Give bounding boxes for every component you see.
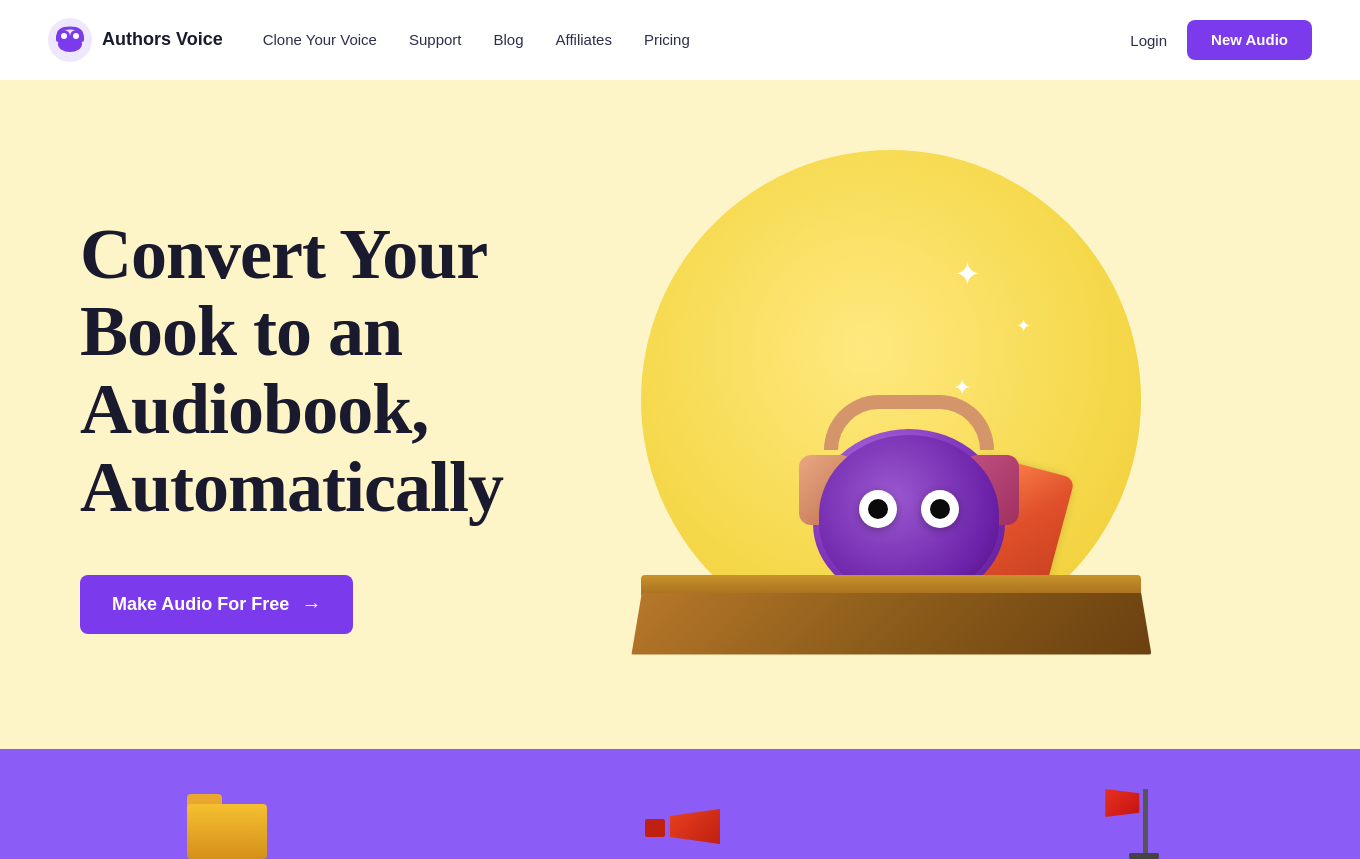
nav-link-affiliates[interactable]: Affiliates (556, 31, 612, 48)
platform-top (641, 575, 1141, 595)
monster-scene: ✦ ✦ ✦ (641, 175, 1141, 695)
bottom-item-folder (187, 794, 267, 859)
monster-eye-right (921, 490, 959, 528)
folder-icon (187, 794, 267, 859)
svg-point-5 (73, 33, 79, 39)
monster-body (819, 435, 999, 595)
megaphone-handle (645, 819, 665, 837)
bottom-item-megaphone (640, 789, 720, 859)
nav-link-clone-voice[interactable]: Clone Your Voice (263, 31, 377, 48)
folder-body (187, 804, 267, 859)
monster-eye-left (859, 490, 897, 528)
nav-link-support[interactable]: Support (409, 31, 462, 48)
sparkle-icon: ✦ (1016, 315, 1031, 337)
megaphone-icon (640, 789, 720, 859)
bottom-item-flag (1093, 784, 1173, 859)
nav-link-pricing[interactable]: Pricing (644, 31, 690, 48)
flag-icon (1093, 784, 1173, 859)
nav-right: Login New Audio (1130, 20, 1312, 60)
hero-cta-button[interactable]: Make Audio For Free → (80, 575, 353, 634)
flag-pole (1143, 789, 1148, 859)
hero-title: Convert Your Book to an Audiobook, Autom… (80, 216, 503, 527)
sparkle-icon: ✦ (954, 255, 981, 293)
flag-base (1129, 853, 1159, 859)
svg-rect-7 (79, 34, 84, 42)
megaphone-body (670, 809, 720, 844)
hero-cta-label: Make Audio For Free (112, 594, 289, 615)
bottom-strip (0, 749, 1360, 859)
login-button[interactable]: Login (1130, 32, 1167, 49)
navbar: Authors Voice Clone Your Voice Support B… (0, 0, 1360, 80)
svg-point-4 (61, 33, 67, 39)
monster-character (819, 435, 999, 595)
nav-link-blog[interactable]: Blog (494, 31, 524, 48)
logo-icon (48, 18, 92, 62)
monster-eyes (859, 490, 959, 528)
new-audio-button[interactable]: New Audio (1187, 20, 1312, 60)
hero-section: Convert Your Book to an Audiobook, Autom… (0, 80, 1360, 749)
flag-banner (1105, 789, 1145, 817)
platform-front (631, 593, 1151, 655)
logo[interactable]: Authors Voice (48, 18, 223, 62)
hero-cta-arrow: → (301, 593, 321, 616)
hero-image: ✦ ✦ ✦ (503, 155, 1280, 695)
svg-rect-6 (56, 34, 61, 42)
hero-content: Convert Your Book to an Audiobook, Autom… (80, 216, 503, 634)
platform-stage (631, 575, 1151, 655)
logo-text: Authors Voice (102, 29, 223, 51)
